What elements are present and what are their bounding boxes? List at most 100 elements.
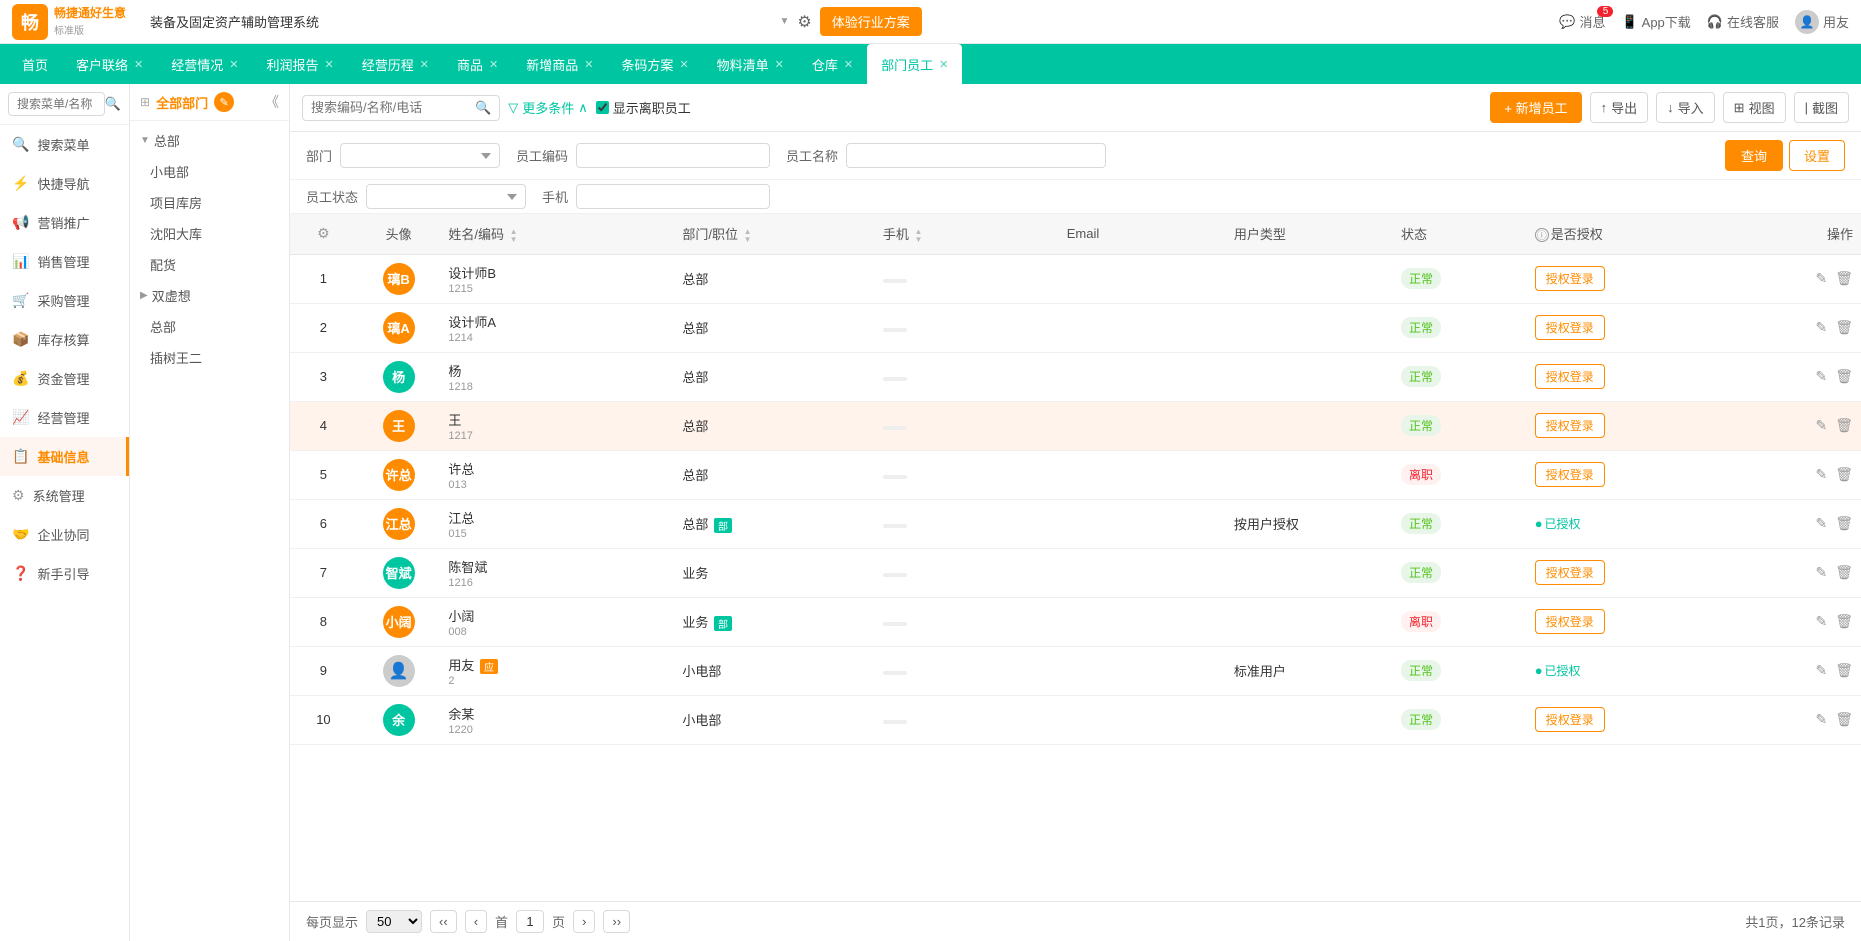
online-service-button[interactable]: 🎧 在线客服 — [1707, 12, 1779, 31]
auth-login-button[interactable]: 授权登录 — [1535, 413, 1605, 438]
sidebar-item-business[interactable]: 📈 经营管理 — [0, 398, 129, 437]
auth-login-button[interactable]: 授权登录 — [1535, 315, 1605, 340]
sidebar-item-inventory[interactable]: 📦 库存核算 — [0, 320, 129, 359]
edit-icon[interactable]: ✎ — [1815, 564, 1827, 581]
auth-login-button[interactable]: 授权登录 — [1535, 266, 1605, 291]
app-download-button[interactable]: 📱 App下载 — [1621, 12, 1690, 31]
th-name[interactable]: 姓名/编码 ▲▼ — [440, 214, 674, 254]
trial-button[interactable]: 体验行业方案 — [820, 7, 922, 36]
export-button[interactable]: ↑ 导出 — [1590, 92, 1649, 123]
nav-tab-new-goods[interactable]: 新增商品 ✕ — [512, 44, 607, 84]
close-icon[interactable]: ✕ — [775, 58, 784, 71]
nav-tab-employee[interactable]: 部门员工 ✕ — [867, 44, 962, 84]
filter-name-input[interactable] — [846, 143, 1106, 168]
tree-collapse-button[interactable]: 《 — [265, 92, 279, 112]
close-icon[interactable]: ✕ — [134, 58, 143, 71]
close-icon[interactable]: ✕ — [420, 58, 429, 71]
filter-dept-select[interactable] — [340, 143, 500, 168]
nav-tab-bom[interactable]: 物料清单 ✕ — [703, 44, 798, 84]
nav-tab-journey[interactable]: 经营历程 ✕ — [348, 44, 443, 84]
close-icon[interactable]: ✕ — [229, 58, 238, 71]
tree-node-chushu[interactable]: 插树王二 — [130, 342, 289, 373]
delete-icon[interactable]: 🗑 — [1835, 711, 1853, 728]
close-icon[interactable]: ✕ — [939, 58, 948, 71]
delete-icon[interactable]: 🗑 — [1835, 564, 1853, 581]
sidebar-search-input[interactable] — [8, 92, 105, 116]
edit-icon[interactable]: ✎ — [1815, 515, 1827, 532]
delete-icon[interactable]: 🗑 — [1835, 613, 1853, 630]
auth-login-button[interactable]: 授权登录 — [1535, 609, 1605, 634]
edit-icon[interactable]: ✎ — [1815, 466, 1827, 483]
nav-tab-operation[interactable]: 经营情况 ✕ — [157, 44, 252, 84]
nav-tab-profit[interactable]: 利润报告 ✕ — [252, 44, 347, 84]
delete-icon[interactable]: 🗑 — [1835, 270, 1853, 287]
close-icon[interactable]: ✕ — [489, 58, 498, 71]
close-icon[interactable]: ✕ — [679, 58, 688, 71]
sidebar-item-collab[interactable]: 🤝 企业协同 — [0, 515, 129, 554]
user-avatar-button[interactable]: 👤 用友 — [1795, 10, 1849, 34]
sidebar-search[interactable]: 🔍 — [0, 84, 129, 125]
th-dept[interactable]: 部门/职位 ▲▼ — [674, 214, 875, 254]
nav-tab-home[interactable]: 首页 — [8, 44, 62, 84]
edit-icon[interactable]: ✎ — [1815, 417, 1827, 434]
sidebar-item-basic[interactable]: 📋 基础信息 — [0, 437, 129, 476]
sidebar-item-marketing[interactable]: 📢 营销推广 — [0, 203, 129, 242]
edit-icon[interactable]: ✎ — [1815, 270, 1827, 287]
tree-edit-button[interactable]: ✎ — [214, 92, 234, 112]
gear-button[interactable]: ⚙ — [797, 12, 811, 32]
more-button[interactable]: | 截图 — [1794, 92, 1849, 123]
search-button[interactable]: 查询 — [1725, 140, 1783, 171]
delete-icon[interactable]: 🗑 — [1835, 515, 1853, 532]
sidebar-item-finance[interactable]: 💰 资金管理 — [0, 359, 129, 398]
sidebar-item-sales[interactable]: 📊 销售管理 — [0, 242, 129, 281]
nav-tab-customer[interactable]: 客户联络 ✕ — [62, 44, 157, 84]
sidebar-item-quicknav[interactable]: ⚡ 快捷导航 — [0, 164, 129, 203]
nav-tab-warehouse[interactable]: 仓库 ✕ — [798, 44, 867, 84]
filter-code-input[interactable] — [576, 143, 770, 168]
edit-icon[interactable]: ✎ — [1815, 711, 1827, 728]
filter-phone-input[interactable] — [576, 184, 770, 209]
nav-tab-goods[interactable]: 商品 ✕ — [443, 44, 512, 84]
messages-button[interactable]: 💬 消息 5 — [1559, 12, 1605, 31]
close-icon[interactable]: ✕ — [844, 58, 853, 71]
sidebar-item-search[interactable]: 🔍 搜索菜单 — [0, 125, 129, 164]
system-dropdown-arrow[interactable]: ▼ — [780, 16, 790, 27]
search-employee-input[interactable] — [311, 100, 471, 115]
sidebar-item-purchase[interactable]: 🛒 采购管理 — [0, 281, 129, 320]
tree-node-project[interactable]: 项目库房 — [130, 187, 289, 218]
auth-login-button[interactable]: 授权登录 — [1535, 364, 1605, 389]
nav-tab-barcode[interactable]: 条码方案 ✕ — [607, 44, 702, 84]
show-resigned-checkbox[interactable] — [596, 101, 609, 114]
tree-node-peihuo[interactable]: 配货 — [130, 249, 289, 280]
sidebar-item-guide[interactable]: ❓ 新手引导 — [0, 554, 129, 593]
edit-icon[interactable]: ✎ — [1815, 368, 1827, 385]
edit-icon[interactable]: ✎ — [1815, 319, 1827, 336]
last-page-button[interactable]: ›› — [603, 910, 630, 933]
prev-page-button[interactable]: ‹ — [465, 910, 487, 933]
edit-icon[interactable]: ✎ — [1815, 662, 1827, 679]
setting-button[interactable]: 设置 — [1789, 140, 1845, 171]
delete-icon[interactable]: 🗑 — [1835, 368, 1853, 385]
next-page-button[interactable]: › — [573, 910, 595, 933]
tree-node-zongbu[interactable]: 总部 — [130, 311, 289, 342]
sidebar-item-system[interactable]: ⚙ 系统管理 — [0, 476, 129, 515]
search-submit-icon[interactable]: 🔍 — [475, 100, 491, 116]
import-button[interactable]: ↓ 导入 — [1656, 92, 1715, 123]
add-employee-button[interactable]: + 新增员工 — [1490, 92, 1581, 123]
tree-node-shuangxu[interactable]: ▶双虚想 — [130, 280, 289, 311]
auth-login-button[interactable]: 授权登录 — [1535, 462, 1605, 487]
close-icon[interactable]: ✕ — [325, 58, 334, 71]
view-button[interactable]: ⊞ 视图 — [1723, 92, 1786, 123]
filter-status-select[interactable] — [366, 184, 526, 209]
edit-icon[interactable]: ✎ — [1815, 613, 1827, 630]
settings-icon[interactable]: ⚙ — [317, 225, 330, 241]
page-size-select[interactable]: 50 20 100 — [366, 910, 422, 933]
first-page-button[interactable]: ‹‹ — [430, 910, 457, 933]
tree-node-root[interactable]: ▼总部 — [130, 125, 289, 156]
delete-icon[interactable]: 🗑 — [1835, 466, 1853, 483]
more-filter-button[interactable]: ▽ 更多条件 ∧ — [508, 98, 588, 117]
delete-icon[interactable]: 🗑 — [1835, 319, 1853, 336]
tree-node-xiaodian[interactable]: 小电部 — [130, 156, 289, 187]
tree-node-shenyang[interactable]: 沈阳大库 — [130, 218, 289, 249]
delete-icon[interactable]: 🗑 — [1835, 662, 1853, 679]
